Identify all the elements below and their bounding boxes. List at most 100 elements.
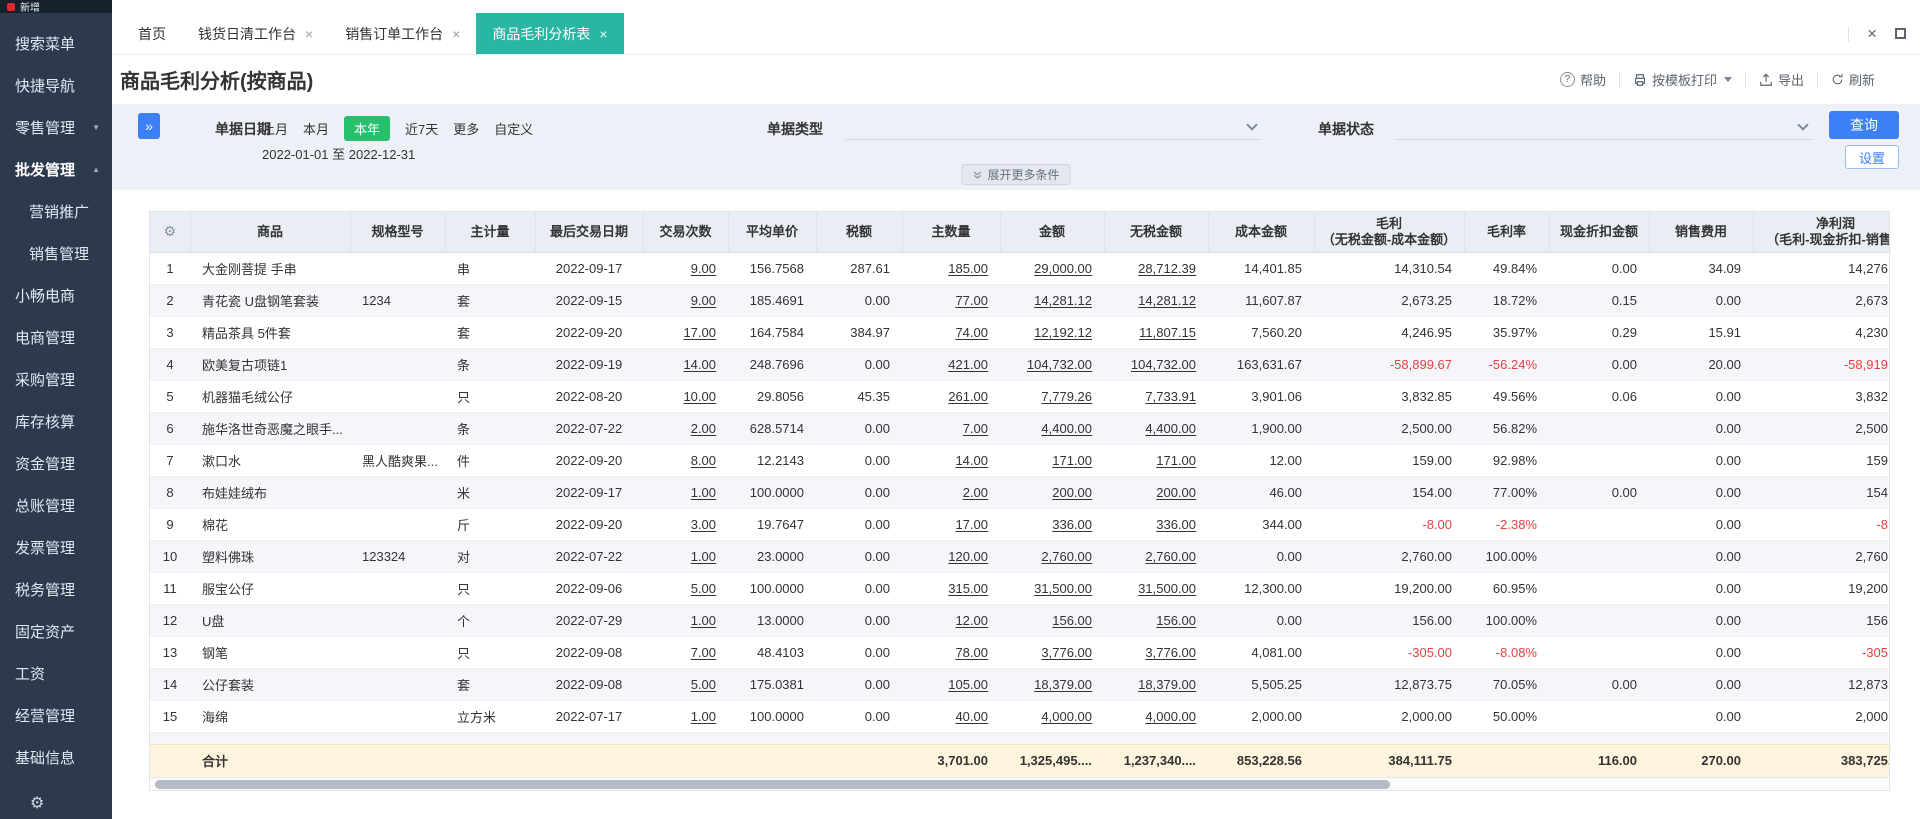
close-all-tabs-icon[interactable]: × (1867, 24, 1877, 44)
cell-notax-amount[interactable]: 11,807.15 (1104, 316, 1208, 349)
sidebar-item-wholesale-mgmt[interactable]: 批发管理 ▲ (0, 148, 112, 190)
column-header-net-profit[interactable]: 净利润 （毛利-现金折扣-销售费 (1753, 212, 1889, 253)
close-tab-icon[interactable]: × (452, 27, 460, 41)
cell-trade-count[interactable]: 1.00 (643, 604, 728, 637)
cell-notax-amount[interactable]: 156.00 (1104, 604, 1208, 637)
cell-amount[interactable]: 336.00 (1000, 508, 1104, 541)
table-settings-gear-icon[interactable]: ⚙ (150, 212, 191, 253)
cell-amount[interactable]: 4,400.00 (1000, 412, 1104, 445)
close-tab-icon[interactable]: × (305, 27, 313, 41)
date-option-custom[interactable]: 自定义 (494, 119, 533, 138)
cell-main-qty[interactable]: 421.00 (902, 348, 1000, 381)
cell-main-qty[interactable]: 105.00 (902, 668, 1000, 701)
cell-notax-amount[interactable]: 31,500.00 (1104, 572, 1208, 605)
cell-amount[interactable]: 31,500.00 (1000, 572, 1104, 605)
sidebar-item-quick-nav[interactable]: 快捷导航 (0, 64, 112, 106)
cell-main-qty[interactable]: 12.00 (902, 604, 1000, 637)
sidebar-item-general-ledger[interactable]: 总账管理 (0, 484, 112, 526)
sidebar-item-xiaochang-ecom[interactable]: 小畅电商 (0, 274, 112, 316)
cell-trade-count[interactable]: 1.00 (643, 476, 728, 509)
column-header-product[interactable]: 商品 (190, 212, 351, 253)
cell-trade-count[interactable]: 9.00 (643, 284, 728, 317)
date-option-more[interactable]: 更多 (453, 119, 479, 138)
cell-main-qty[interactable]: 2.00 (902, 476, 1000, 509)
query-button[interactable]: 查询 (1829, 111, 1899, 139)
cell-trade-count[interactable]: 17.00 (643, 316, 728, 349)
column-header-gross-profit[interactable]: 毛利 （无税金额-成本金额） (1314, 212, 1465, 253)
cell-amount[interactable]: 29,000.00 (1000, 252, 1104, 285)
sidebar-item-invoice-mgmt[interactable]: 发票管理 (0, 526, 112, 568)
date-option-last-month[interactable]: 上月 (262, 119, 288, 138)
column-header-cash-discount[interactable]: 现金折扣金额 (1549, 212, 1650, 253)
settings-gear-icon[interactable]: ⚙ (30, 796, 44, 812)
cell-amount[interactable]: 14,281.12 (1000, 284, 1104, 317)
sidebar-item-ecom-mgmt[interactable]: 电商管理 (0, 316, 112, 358)
cell-main-qty[interactable]: 7.00 (902, 412, 1000, 445)
cell-amount[interactable]: 156.00 (1000, 604, 1104, 637)
expand-filter-panel-button[interactable]: » (138, 113, 160, 139)
cell-main-qty[interactable]: 77.00 (902, 284, 1000, 317)
date-option-this-year[interactable]: 本年 (344, 116, 391, 141)
tab-profit-analysis[interactable]: 商品毛利分析表 × (476, 13, 624, 54)
date-range-display[interactable]: 2022-01-01 至 2022-12-31 (262, 144, 415, 163)
cell-amount[interactable]: 12,192.12 (1000, 316, 1104, 349)
sidebar-item-base-info[interactable]: 基础信息 (0, 736, 112, 778)
cell-trade-count[interactable]: 8.00 (643, 444, 728, 477)
cell-main-qty[interactable]: 185.00 (902, 252, 1000, 285)
cell-main-qty[interactable]: 17.00 (902, 508, 1000, 541)
cell-amount[interactable]: 3,776.00 (1000, 636, 1104, 669)
export-button[interactable]: 导出 (1759, 70, 1804, 89)
cell-main-qty[interactable]: 120.00 (902, 540, 1000, 573)
print-by-template-button[interactable]: 按模板打印 (1633, 70, 1732, 89)
help-button[interactable]: ? 帮助 (1559, 70, 1606, 89)
cell-amount[interactable]: 18,379.00 (1000, 668, 1104, 701)
cell-trade-count[interactable]: 1.00 (643, 540, 728, 573)
cell-notax-amount[interactable]: 7,733.91 (1104, 380, 1208, 413)
cell-trade-count[interactable]: 10.00 (643, 380, 728, 413)
date-end[interactable]: 2022-12-31 (349, 147, 416, 162)
sidebar-item-inventory-accounting[interactable]: 库存核算 (0, 400, 112, 442)
sidebar-item-retail-mgmt[interactable]: 零售管理 ▼ (0, 106, 112, 148)
sidebar-item-tax-mgmt[interactable]: 税务管理 (0, 568, 112, 610)
cell-trade-count[interactable]: 5.00 (643, 572, 728, 605)
cell-notax-amount[interactable]: 200.00 (1104, 476, 1208, 509)
cell-amount[interactable]: 7,779.26 (1000, 380, 1104, 413)
column-header-unit[interactable]: 主计量 (445, 212, 536, 253)
column-header-gross-margin[interactable]: 毛利率 (1464, 212, 1550, 253)
cell-trade-count[interactable]: 9.00 (643, 252, 728, 285)
cell-notax-amount[interactable]: 18,379.00 (1104, 668, 1208, 701)
tab-daily-clearing-workbench[interactable]: 钱货日清工作台 × (182, 13, 329, 54)
cell-notax-amount[interactable]: 14,281.12 (1104, 284, 1208, 317)
cell-amount[interactable]: 104,732.00 (1000, 348, 1104, 381)
sidebar-item-purchase-mgmt[interactable]: 采购管理 (0, 358, 112, 400)
cell-notax-amount[interactable]: 2,760.00 (1104, 540, 1208, 573)
horizontal-scrollbar[interactable] (150, 777, 1889, 790)
cell-trade-count[interactable]: 5.00 (643, 668, 728, 701)
cell-notax-amount[interactable]: 171.00 (1104, 444, 1208, 477)
expand-more-conditions-button[interactable]: 展开更多条件 (961, 164, 1071, 185)
cell-main-qty[interactable]: 315.00 (902, 572, 1000, 605)
cell-trade-count[interactable]: 2.00 (643, 412, 728, 445)
cell-main-qty[interactable]: 74.00 (902, 316, 1000, 349)
cell-trade-count[interactable]: 1.00 (643, 700, 728, 733)
date-option-this-month[interactable]: 本月 (303, 119, 329, 138)
date-start[interactable]: 2022-01-01 (262, 147, 329, 162)
cell-notax-amount[interactable]: 4,400.00 (1104, 412, 1208, 445)
cell-notax-amount[interactable]: 4,000.00 (1104, 700, 1208, 733)
sidebar-item-fixed-assets[interactable]: 固定资产 (0, 610, 112, 652)
tab-sales-order-workbench[interactable]: 销售订单工作台 × (329, 13, 476, 54)
cell-trade-count[interactable]: 3.00 (643, 508, 728, 541)
doc-status-select[interactable] (1395, 116, 1812, 140)
column-header-cost-amount[interactable]: 成本金额 (1208, 212, 1315, 253)
column-header-notax-amount[interactable]: 无税金额 (1104, 212, 1209, 253)
column-header-main-qty[interactable]: 主数量 (902, 212, 1001, 253)
cell-amount[interactable]: 2,760.00 (1000, 540, 1104, 573)
settings-button[interactable]: 设置 (1845, 145, 1899, 169)
cell-amount[interactable]: 4,000.00 (1000, 700, 1104, 733)
column-header-avg-price[interactable]: 平均单价 (728, 212, 817, 253)
cell-amount[interactable]: 200.00 (1000, 476, 1104, 509)
sidebar-item-funds-mgmt[interactable]: 资金管理 (0, 442, 112, 484)
column-header-trade-count[interactable]: 交易次数 (643, 212, 729, 253)
sidebar-item-payroll[interactable]: 工资 (0, 652, 112, 694)
cell-main-qty[interactable]: 40.00 (902, 700, 1000, 733)
